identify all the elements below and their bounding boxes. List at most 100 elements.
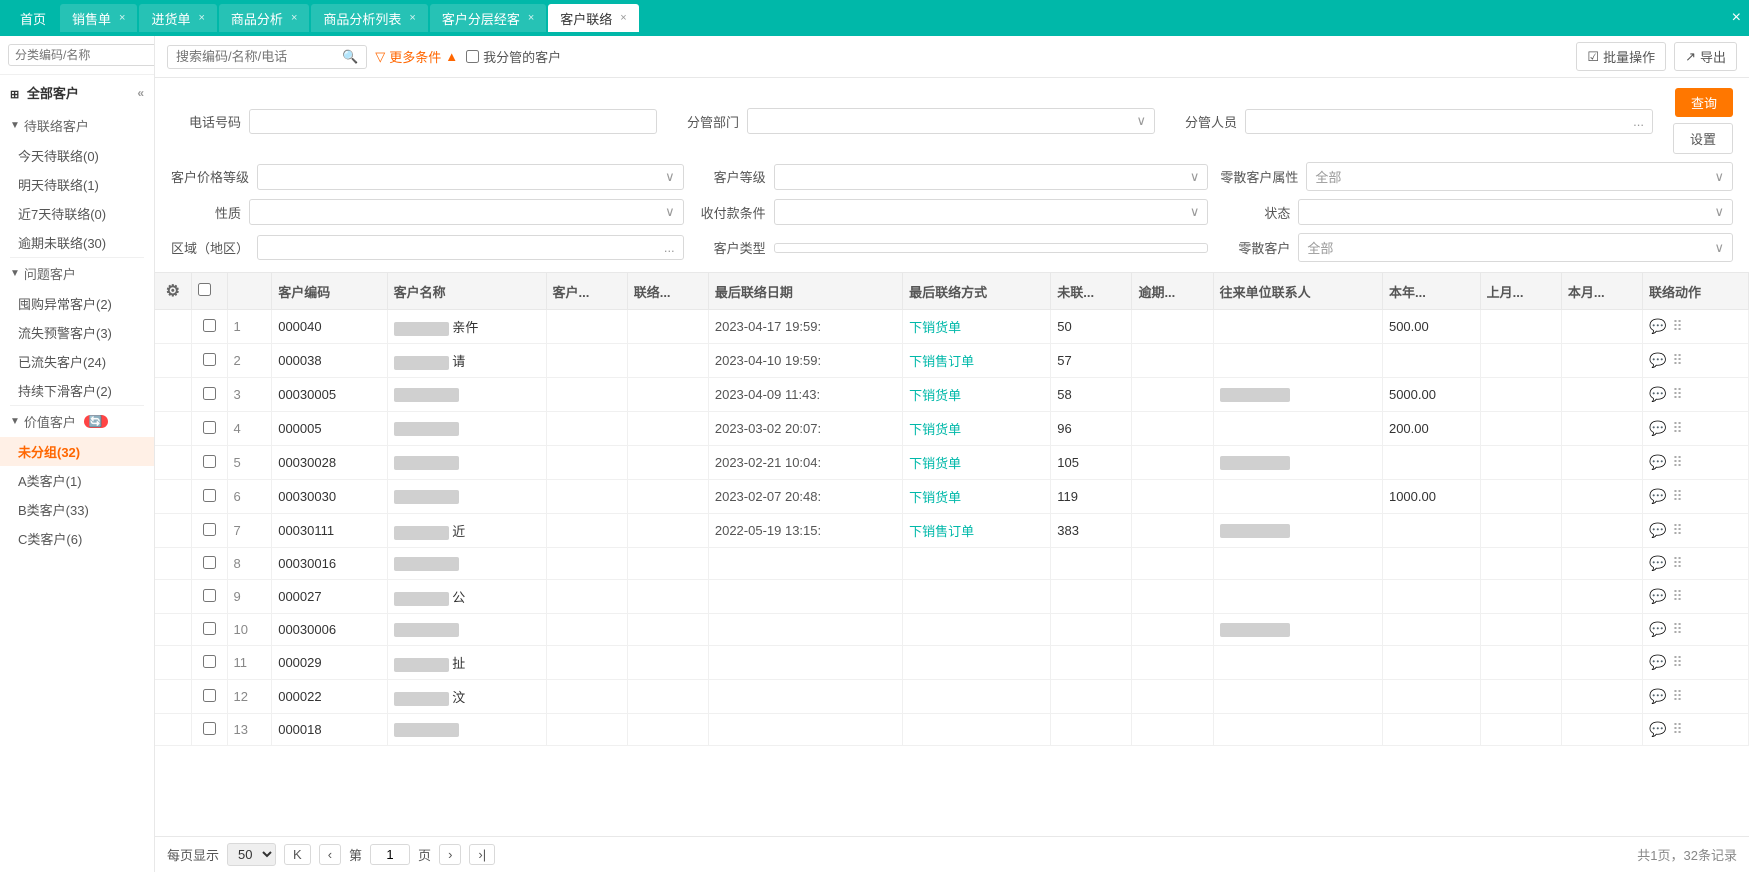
comment-icon[interactable]: 💬 <box>1649 522 1666 539</box>
more-icon[interactable]: ⠿ <box>1672 588 1682 605</box>
more-icon[interactable]: ⠿ <box>1672 555 1682 572</box>
row-checkbox[interactable] <box>203 421 216 434</box>
tab-customer-contact-close[interactable]: × <box>620 12 626 24</box>
sidebar-item-tomorrow[interactable]: 明天待联络(1) <box>0 170 154 199</box>
comment-icon[interactable]: 💬 <box>1649 654 1666 671</box>
row-checkbox[interactable] <box>203 489 216 502</box>
prev-page-button[interactable]: ‹ <box>319 844 341 865</box>
th-settings[interactable]: ⚙ <box>155 273 191 310</box>
sidebar-search-input[interactable] <box>8 44 155 66</box>
region-dots[interactable]: ... <box>664 240 675 255</box>
sidebar-item-type-a[interactable]: A类客户(1) <box>0 466 154 495</box>
sidebar-item-type-c[interactable]: C类客户(6) <box>0 524 154 553</box>
filter-search-icon[interactable]: 🔍 <box>342 49 358 65</box>
td-last-contact-method[interactable]: 下销售订单 <box>903 344 1051 378</box>
customer-level-select[interactable]: ∨ <box>774 164 1209 190</box>
retail-customer-select[interactable]: 全部 ∨ <box>1298 233 1733 262</box>
row-checkbox[interactable] <box>203 722 216 735</box>
batch-operation-button[interactable]: ☑ 批量操作 <box>1576 42 1666 71</box>
td-last-contact-method[interactable]: 下销货单 <box>903 412 1051 446</box>
sidebar-item-type-b[interactable]: B类客户(33) <box>0 495 154 524</box>
pending-contact-section[interactable]: ▼ 待联络客户 <box>0 110 154 141</box>
tab-product-analysis-list[interactable]: 商品分析列表 × <box>311 4 427 32</box>
more-icon[interactable]: ⠿ <box>1672 688 1682 705</box>
td-last-contact-method[interactable]: 下销售订单 <box>903 514 1051 548</box>
tab-home[interactable]: 首页 <box>8 4 58 32</box>
query-button[interactable]: 查询 <box>1675 88 1733 117</box>
filter-my-customers[interactable]: 我分管的客户 <box>466 47 561 66</box>
more-icon[interactable]: ⠿ <box>1672 621 1682 638</box>
select-all-checkbox[interactable] <box>198 283 211 296</box>
td-last-contact-method[interactable]: 下销货单 <box>903 378 1051 412</box>
status-select[interactable]: ∨ <box>1298 199 1733 225</box>
more-icon[interactable]: ⠿ <box>1672 318 1682 335</box>
sidebar-item-hoarding[interactable]: 囤购异常客户(2) <box>0 289 154 318</box>
tab-sales-close[interactable]: × <box>119 12 125 24</box>
first-page-button[interactable]: K <box>284 844 311 865</box>
reset-button[interactable]: 设置 <box>1673 123 1733 154</box>
row-checkbox[interactable] <box>203 589 216 602</box>
dept-select[interactable]: ∨ <box>747 108 1155 134</box>
customer-type-select[interactable] <box>774 243 1209 253</box>
tab-purchase[interactable]: 进货单 × <box>139 4 216 32</box>
sidebar-item-overdue[interactable]: 逾期未联络(30) <box>0 228 154 257</box>
sidebar-item-today[interactable]: 今天待联络(0) <box>0 141 154 170</box>
row-checkbox[interactable] <box>203 622 216 635</box>
page-size-select[interactable]: 50 <box>227 843 276 866</box>
region-select[interactable]: ... <box>257 235 684 260</box>
tab-customer-contact[interactable]: 客户联络 × <box>548 4 638 32</box>
page-number-input[interactable] <box>370 844 410 865</box>
tab-customer-segment[interactable]: 客户分层经客 × <box>430 4 546 32</box>
filter-my-customers-checkbox[interactable] <box>466 50 479 63</box>
sidebar-item-churn-warning[interactable]: 流失预警客户(3) <box>0 318 154 347</box>
nature-select[interactable]: ∨ <box>249 199 684 225</box>
manager-select-dots[interactable]: ... <box>1633 114 1644 129</box>
row-checkbox[interactable] <box>203 556 216 569</box>
manager-select[interactable]: ... <box>1245 109 1653 134</box>
more-icon[interactable]: ⠿ <box>1672 488 1682 505</box>
comment-icon[interactable]: 💬 <box>1649 488 1666 505</box>
comment-icon[interactable]: 💬 <box>1649 352 1666 369</box>
more-icon[interactable]: ⠿ <box>1672 721 1682 738</box>
tab-sales[interactable]: 销售单 × <box>60 4 137 32</box>
filter-more-conditions[interactable]: ▽ 更多条件 ▲ <box>375 47 458 66</box>
more-icon[interactable]: ⠿ <box>1672 352 1682 369</box>
contact-method-link[interactable]: 下销售订单 <box>909 354 974 369</box>
retail-attr-select[interactable]: 全部 ∨ <box>1306 162 1733 191</box>
contact-method-link[interactable]: 下销货单 <box>909 422 961 437</box>
more-icon[interactable]: ⠿ <box>1672 522 1682 539</box>
contact-method-link[interactable]: 下销货单 <box>909 490 961 505</box>
comment-icon[interactable]: 💬 <box>1649 721 1666 738</box>
td-last-contact-method[interactable]: 下销货单 <box>903 310 1051 344</box>
tab-product-analysis-close[interactable]: × <box>291 12 297 24</box>
sidebar-item-declining[interactable]: 持续下滑客户(2) <box>0 376 154 405</box>
comment-icon[interactable]: 💬 <box>1649 420 1666 437</box>
comment-icon[interactable]: 💬 <box>1649 555 1666 572</box>
comment-icon[interactable]: 💬 <box>1649 621 1666 638</box>
row-checkbox[interactable] <box>203 523 216 536</box>
comment-icon[interactable]: 💬 <box>1649 588 1666 605</box>
close-all-button[interactable]: × <box>1732 9 1741 27</box>
row-checkbox[interactable] <box>203 353 216 366</box>
tab-product-analysis-list-close[interactable]: × <box>409 12 415 24</box>
td-last-contact-method[interactable]: 下销货单 <box>903 446 1051 480</box>
tab-product-analysis[interactable]: 商品分析 × <box>219 4 309 32</box>
td-last-contact-method[interactable]: 下销货单 <box>903 480 1051 514</box>
problem-customer-section[interactable]: ▼ 问题客户 <box>0 258 154 289</box>
filter-search-input[interactable] <box>176 49 336 64</box>
contact-method-link[interactable]: 下销货单 <box>909 388 961 403</box>
last-page-button[interactable]: ›| <box>469 844 495 865</box>
tab-purchase-close[interactable]: × <box>198 12 204 24</box>
payment-select[interactable]: ∨ <box>774 199 1209 225</box>
comment-icon[interactable]: 💬 <box>1649 688 1666 705</box>
more-icon[interactable]: ⠿ <box>1672 420 1682 437</box>
more-icon[interactable]: ⠿ <box>1672 654 1682 671</box>
gear-icon[interactable]: ⚙ <box>166 283 180 300</box>
row-checkbox[interactable] <box>203 655 216 668</box>
sidebar-item-churned[interactable]: 已流失客户(24) <box>0 347 154 376</box>
contact-method-link[interactable]: 下销货单 <box>909 456 961 471</box>
row-checkbox[interactable] <box>203 387 216 400</box>
contact-method-link[interactable]: 下销售订单 <box>909 524 974 539</box>
row-checkbox[interactable] <box>203 455 216 468</box>
sidebar-item-ungrouped[interactable]: 未分组(32) <box>0 437 154 466</box>
